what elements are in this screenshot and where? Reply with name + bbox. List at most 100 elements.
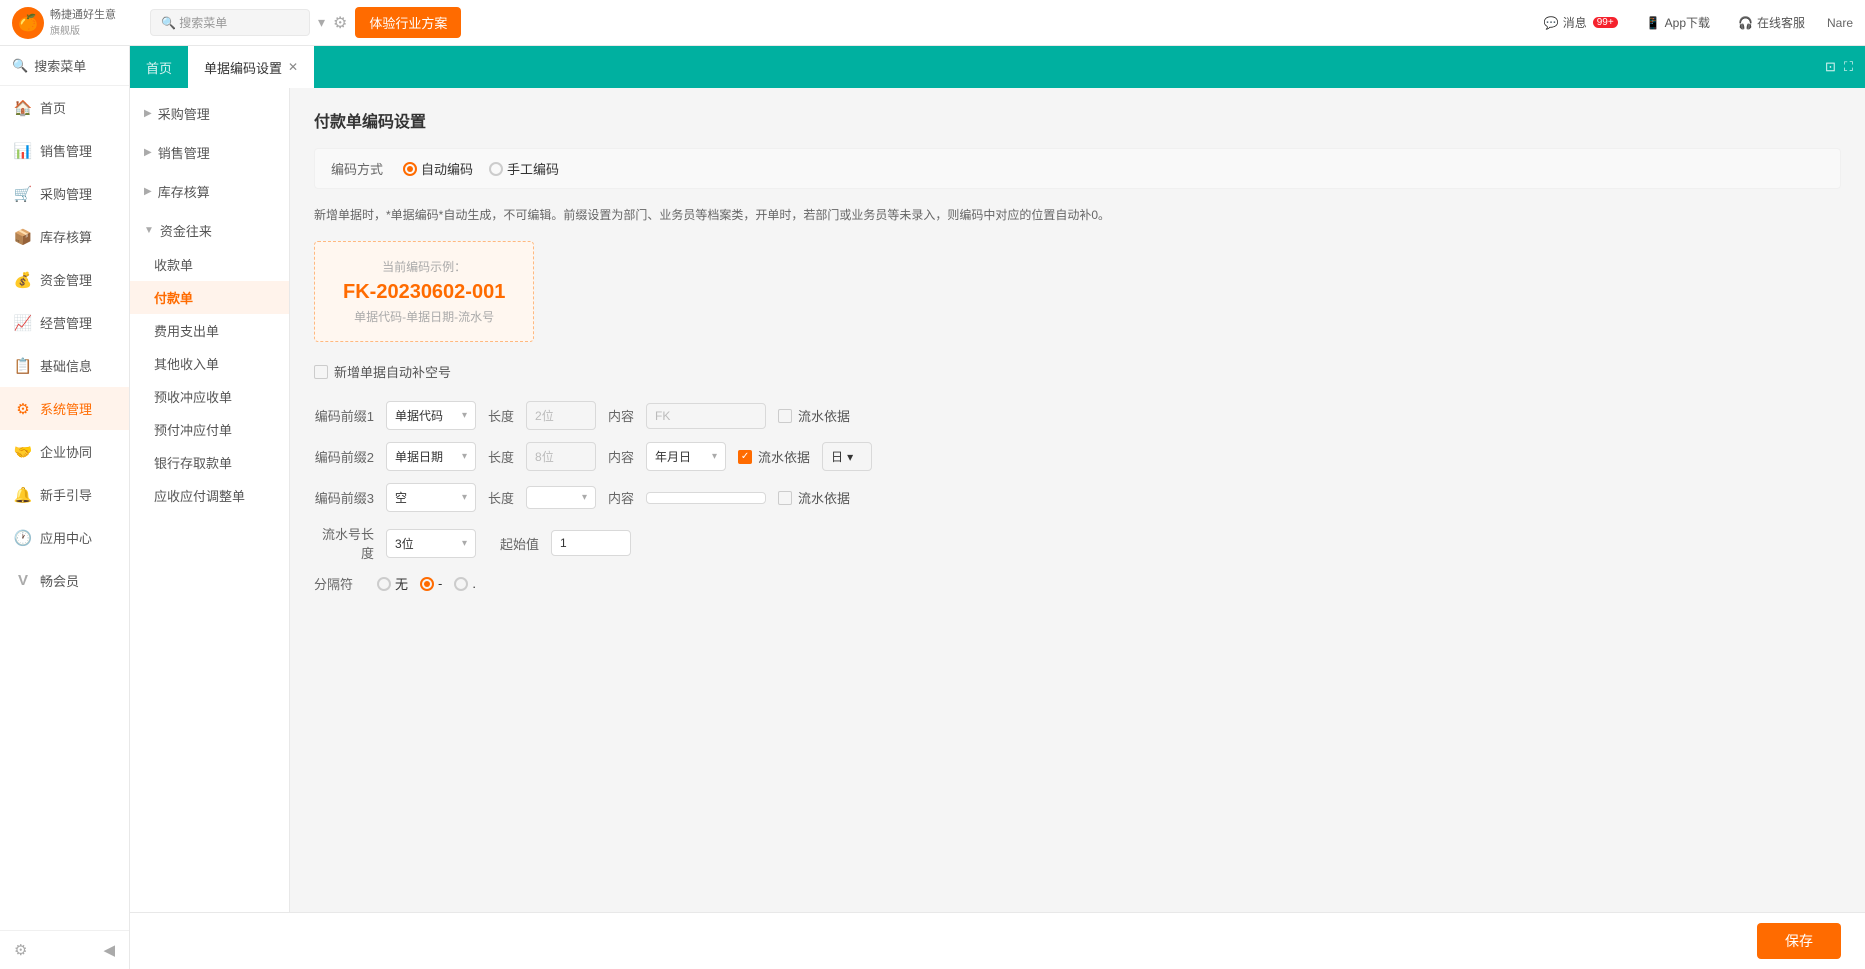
auto-encode-radio-circle bbox=[403, 162, 417, 176]
sub-sidebar-sales[interactable]: ▶ 销售管理 bbox=[130, 135, 289, 170]
tab-fullscreen-icon[interactable]: ⛶ bbox=[1844, 59, 1853, 75]
sub-sidebar-pre-receive[interactable]: 预收冲应收单 bbox=[130, 380, 289, 413]
sales-icon: 📊 bbox=[14, 142, 32, 160]
separator-dash-circle bbox=[420, 577, 434, 591]
code-preview-sub: 单据代码-单据日期-流水号 bbox=[343, 308, 505, 325]
sub-sidebar-payment[interactable]: 付款单 bbox=[130, 281, 289, 314]
length3-select[interactable]: ▾ bbox=[526, 486, 596, 509]
sub-sidebar-adjust[interactable]: 应收应付调整单 bbox=[130, 479, 289, 512]
prefix1-select-arrow: ▾ bbox=[462, 410, 467, 421]
sidebar-item-enterprise[interactable]: 🤝 企业协同 bbox=[0, 430, 129, 473]
sub-sidebar-inventory[interactable]: ▶ 库存核算 bbox=[130, 174, 289, 209]
settings-icon[interactable]: ⚙ bbox=[333, 13, 347, 33]
app-center-icon: 🕐 bbox=[14, 529, 32, 547]
prefix1-select[interactable]: 单据代码 ▾ bbox=[386, 401, 476, 430]
online-service-button[interactable]: 🎧 在线客服 bbox=[1732, 10, 1811, 35]
sub-sidebar-group-inventory: ▶ 库存核算 bbox=[130, 174, 289, 209]
tab-encoding-settings[interactable]: 单据编码设置 ✕ bbox=[188, 46, 314, 88]
sidebar-item-member[interactable]: V 畅会员 bbox=[0, 559, 129, 602]
sidebar-bottom: ⚙ ◀ bbox=[0, 930, 129, 969]
sub-sidebar-bank[interactable]: 银行存取款单 bbox=[130, 446, 289, 479]
guide-icon: 🔔 bbox=[14, 486, 32, 504]
content3-input[interactable] bbox=[646, 492, 766, 504]
content2-select-arrow: ▾ bbox=[712, 451, 717, 462]
prefix2-select[interactable]: 单据日期 ▾ bbox=[386, 442, 476, 471]
sidebar-item-system[interactable]: ⚙ 系统管理 bbox=[0, 387, 129, 430]
serial1-checkbox[interactable] bbox=[778, 409, 792, 423]
search-input[interactable]: 🔍 搜索菜单 bbox=[150, 9, 310, 36]
sidebar-item-management[interactable]: 📈 经营管理 bbox=[0, 301, 129, 344]
sidebar-search[interactable]: 🔍 搜索菜单 bbox=[0, 46, 129, 86]
inventory-arrow: ▶ bbox=[144, 186, 152, 197]
sub-sidebar-other-income[interactable]: 其他收入单 bbox=[130, 347, 289, 380]
tab-bar-right: ⊡ ⛶ bbox=[1825, 59, 1865, 75]
sub-sidebar-expense[interactable]: 费用支出单 bbox=[130, 314, 289, 347]
dropdown-icon[interactable]: ▾ bbox=[318, 14, 325, 31]
separator-dash-radio[interactable]: - bbox=[420, 576, 442, 591]
sidebar-collapse-icon[interactable]: ◀ bbox=[103, 941, 115, 959]
sub-sidebar-group-capital: ▼ 资金往来 收款单 付款单 费用支出单 其他收入单 预收冲应收单 预付冲应付单… bbox=[130, 213, 289, 512]
save-button[interactable]: 保存 bbox=[1757, 923, 1841, 959]
serial2-checkbox-row: ✓ 流水依据 bbox=[738, 447, 810, 466]
separator-none-radio[interactable]: 无 bbox=[377, 574, 408, 593]
serial-length-arrow: ▾ bbox=[462, 538, 467, 549]
logo-text: 畅捷通好生意 bbox=[50, 8, 116, 22]
sidebar-item-app-center[interactable]: 🕐 应用中心 bbox=[0, 516, 129, 559]
content3-label: 内容 bbox=[608, 488, 634, 507]
start-value-label: 起始值 bbox=[500, 534, 539, 553]
sidebar-item-purchase[interactable]: 🛒 采购管理 bbox=[0, 172, 129, 215]
finance-icon: 💰 bbox=[14, 271, 32, 289]
sidebar-item-guide[interactable]: 🔔 新手引导 bbox=[0, 473, 129, 516]
sidebar-item-basic[interactable]: 📋 基础信息 bbox=[0, 344, 129, 387]
basic-icon: 📋 bbox=[14, 357, 32, 375]
prefix3-label: 编码前缀3 bbox=[314, 488, 374, 507]
tab-home[interactable]: 首页 bbox=[130, 46, 188, 88]
tab-bar: 首页 单据编码设置 ✕ ⊡ ⛶ bbox=[130, 46, 1865, 88]
sub-sidebar-purchase[interactable]: ▶ 采购管理 bbox=[130, 96, 289, 131]
prefix3-select-arrow: ▾ bbox=[462, 492, 467, 503]
content2-label: 内容 bbox=[608, 447, 634, 466]
sales-arrow: ▶ bbox=[144, 147, 152, 158]
sidebar-item-home[interactable]: 🏠 首页 bbox=[0, 86, 129, 129]
tab-expand-icon[interactable]: ⊡ bbox=[1825, 59, 1836, 75]
form-row-prefix2: 编码前缀2 单据日期 ▾ 长度 8位 内容 年月日 ▾ ✓ bbox=[314, 442, 1841, 471]
code-preview-box: 当前编码示例： FK-20230602-001 单据代码-单据日期-流水号 bbox=[314, 241, 534, 342]
sidebar-item-sales[interactable]: 📊 销售管理 bbox=[0, 129, 129, 172]
day-select[interactable]: 日 ▾ bbox=[822, 442, 872, 471]
serial2-checkbox[interactable]: ✓ bbox=[738, 450, 752, 464]
code-preview-label: 当前编码示例： bbox=[343, 258, 505, 275]
sub-sidebar-capital[interactable]: ▼ 资金往来 bbox=[130, 213, 289, 248]
content2-select[interactable]: 年月日 ▾ bbox=[646, 442, 726, 471]
sub-sidebar-receipt[interactable]: 收款单 bbox=[130, 248, 289, 281]
auto-encode-radio[interactable]: 自动编码 bbox=[403, 159, 473, 178]
autofill-row: 新增单据自动补空号 bbox=[314, 362, 1841, 381]
home-icon: 🏠 bbox=[14, 99, 32, 117]
purchase-arrow: ▶ bbox=[144, 108, 152, 119]
serial1-checkbox-row: 流水依据 bbox=[778, 406, 850, 425]
manual-encode-radio[interactable]: 手工编码 bbox=[489, 159, 559, 178]
prefix1-label: 编码前缀1 bbox=[314, 406, 374, 425]
trial-button[interactable]: 体验行业方案 bbox=[355, 7, 461, 38]
sidebar-item-inventory[interactable]: 📦 库存核算 bbox=[0, 215, 129, 258]
serial3-checkbox[interactable] bbox=[778, 491, 792, 505]
sub-sidebar-pre-pay[interactable]: 预付冲应付单 bbox=[130, 413, 289, 446]
separator-label: 分隔符 bbox=[314, 574, 353, 593]
autofill-checkbox[interactable] bbox=[314, 365, 328, 379]
prefix3-select[interactable]: 空 ▾ bbox=[386, 483, 476, 512]
start-value-input[interactable]: 1 bbox=[551, 530, 631, 556]
form-section: 编码前缀1 单据代码 ▾ 长度 2位 内容 FK 流水依据 bbox=[314, 401, 1841, 593]
system-icon: ⚙ bbox=[14, 400, 32, 418]
separator-row: 分隔符 无 - . bbox=[314, 574, 1841, 593]
sidebar-item-finance[interactable]: 💰 资金管理 bbox=[0, 258, 129, 301]
serial-length-select[interactable]: 3位 ▾ bbox=[386, 529, 476, 558]
app-download-button[interactable]: 📱 App下载 bbox=[1640, 10, 1716, 35]
separator-dot-radio[interactable]: . bbox=[454, 576, 476, 591]
sidebar-settings-icon[interactable]: ⚙ bbox=[14, 941, 27, 959]
form-row-prefix1: 编码前缀1 单据代码 ▾ 长度 2位 内容 FK 流水依据 bbox=[314, 401, 1841, 430]
app-download-label: App下载 bbox=[1665, 14, 1710, 31]
encoding-radio-group: 自动编码 手工编码 bbox=[403, 159, 559, 178]
tab-close-icon[interactable]: ✕ bbox=[288, 60, 298, 74]
purchase-icon: 🛒 bbox=[14, 185, 32, 203]
user-name[interactable]: Nare bbox=[1827, 16, 1853, 30]
message-button[interactable]: 💬 消息 99+ bbox=[1538, 10, 1624, 35]
